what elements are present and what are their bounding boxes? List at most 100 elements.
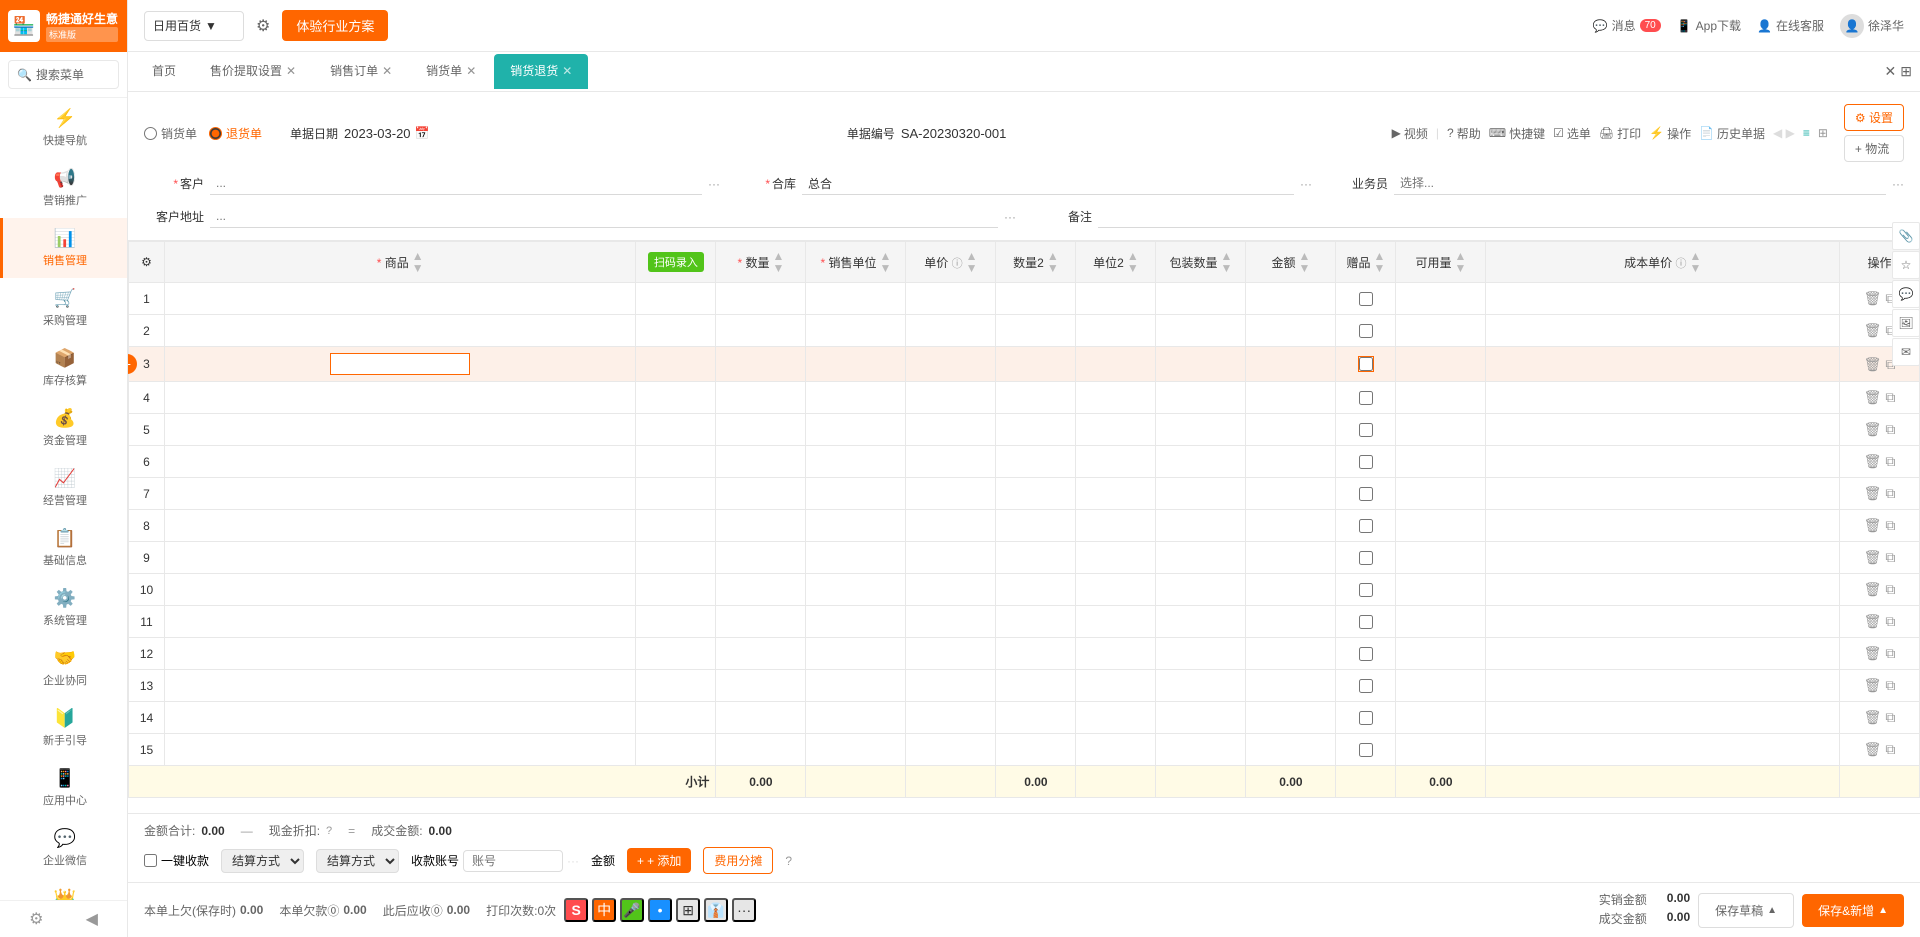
amount-cell-4[interactable] [1246,382,1336,414]
qty-cell-5[interactable] [716,414,806,446]
view-toggle-list[interactable]: ≡ [1803,126,1810,140]
sidebar-item-sales[interactable]: 📊 销售管理 [0,218,127,278]
goods-cell-15[interactable] [165,734,636,766]
avail-cell-6[interactable] [1396,446,1486,478]
gift-cell-14[interactable] [1336,702,1396,734]
gift-checkbox-3[interactable] [1359,357,1373,371]
sidebar-item-inventory[interactable]: 📦 库存核算 [0,338,127,398]
copy-btn-6[interactable]: ⧉ [1885,453,1895,470]
gift-cell-5[interactable] [1336,414,1396,446]
price-cell-3[interactable] [906,347,996,382]
amount-cell-9[interactable] [1246,542,1336,574]
add-row-btn[interactable]: + [128,354,137,374]
avail-cell-13[interactable] [1396,670,1486,702]
gift-checkbox-5[interactable] [1359,423,1373,437]
delete-btn-15[interactable]: 🗑 [1864,741,1882,758]
tab-sales-delivery[interactable]: 销货单 ✕ [410,54,492,89]
close-tab-btn[interactable]: ✕ [1885,63,1897,80]
amount-cell-15[interactable] [1246,734,1336,766]
select-bill-btn[interactable]: ☑ 选单 [1553,125,1591,142]
copy-btn-5[interactable]: ⧉ [1885,421,1895,438]
gift-cell-4[interactable] [1336,382,1396,414]
copy-btn-8[interactable]: ⧉ [1885,517,1895,534]
delete-btn-8[interactable]: 🗑 [1864,517,1882,534]
staff-more-icon[interactable]: ··· [1892,177,1904,191]
qty-cell-3[interactable] [716,347,806,382]
unit2-cell-11[interactable] [1076,606,1156,638]
unit2-cell-9[interactable] [1076,542,1156,574]
gift-checkbox-11[interactable] [1359,615,1373,629]
cost-cell-1[interactable] [1486,283,1840,315]
gift-cell-3[interactable] [1336,347,1396,382]
avail-cell-5[interactable] [1396,414,1486,446]
pkg-cell-1[interactable] [1156,283,1246,315]
sidebar-item-wechat[interactable]: 💬 企业微信 [0,818,127,878]
amount-cell-14[interactable] [1246,702,1336,734]
sort-price-icon[interactable]: ▲▼ [966,250,978,274]
unit-cell-12[interactable] [806,638,906,670]
customer-more-icon[interactable]: ··· [708,177,720,191]
unit2-cell-8[interactable] [1076,510,1156,542]
gift-cell-12[interactable] [1336,638,1396,670]
sidebar-item-app-center[interactable]: 📱 应用中心 [0,758,127,818]
cost-cell-10[interactable] [1486,574,1840,606]
view-toggle-grid[interactable]: ⊞ [1818,126,1828,140]
cost-cell-11[interactable] [1486,606,1840,638]
pkg-cell-7[interactable] [1156,478,1246,510]
message-btn[interactable]: 💬 消息 70 [1593,17,1661,34]
icon-person[interactable]: 👔 [704,898,728,922]
price-cell-12[interactable] [906,638,996,670]
qty2-cell-5[interactable] [996,414,1076,446]
goods-cell-6[interactable] [165,446,636,478]
icon-more[interactable]: ··· [732,898,756,922]
scan-btn[interactable]: 扫码录入 [648,252,704,272]
footer-help-icon[interactable]: ? [785,854,792,868]
sidebar-item-guide[interactable]: 🔰 新手引导 [0,698,127,758]
qty-cell-1[interactable] [716,283,806,315]
price-cell-15[interactable] [906,734,996,766]
pkg-cell-10[interactable] [1156,574,1246,606]
sort-qty2-icon[interactable]: ▲▼ [1047,250,1059,274]
right-panel-image[interactable]: 🖼 [1892,309,1920,337]
settlement-select[interactable]: 结算方式 [221,849,304,873]
sidebar-item-finance[interactable]: 💰 资金管理 [0,398,127,458]
tab-close-price[interactable]: ✕ [286,64,296,78]
qty-cell-10[interactable] [716,574,806,606]
right-panel-comment[interactable]: 💬 [1892,280,1920,308]
copy-btn-10[interactable]: ⧉ [1885,581,1895,598]
cost-cell-3[interactable] [1486,347,1840,382]
shortcut-btn[interactable]: ⌨ 快捷键 [1489,125,1545,142]
history-btn[interactable]: 📄 历史单据 [1699,125,1765,142]
amount-cell-8[interactable] [1246,510,1336,542]
goods-cell-5[interactable] [165,414,636,446]
sort-qty-icon[interactable]: ▲▼ [772,250,784,274]
delete-btn-5[interactable]: 🗑 [1864,421,1882,438]
cost-cell-14[interactable] [1486,702,1840,734]
gift-checkbox-15[interactable] [1359,743,1373,757]
sidebar-item-basic-info[interactable]: 📋 基础信息 [0,518,127,578]
goods-cell-4[interactable] [165,382,636,414]
address-more-icon[interactable]: ··· [1004,210,1016,224]
sidebar-item-member[interactable]: 👑 畅会员 [0,878,127,900]
qty2-cell-13[interactable] [996,670,1076,702]
radio-return[interactable]: 退货单 [209,125,262,142]
gift-checkbox-8[interactable] [1359,519,1373,533]
pkg-cell-15[interactable] [1156,734,1246,766]
copy-btn-9[interactable]: ⧉ [1885,549,1895,566]
radio-delivery[interactable]: 销货单 [144,125,197,142]
qty-cell-2[interactable] [716,315,806,347]
price-cell-5[interactable] [906,414,996,446]
sidebar-settings-btn[interactable]: ⚙ [29,909,43,929]
qty2-cell-15[interactable] [996,734,1076,766]
pkg-cell-13[interactable] [1156,670,1246,702]
qty-cell-4[interactable] [716,382,806,414]
sidebar-collapse-btn[interactable]: ◀ [86,909,98,929]
copy-btn-12[interactable]: ⧉ [1885,645,1895,662]
gift-checkbox-6[interactable] [1359,455,1373,469]
goods-cell-8[interactable] [165,510,636,542]
qty2-cell-14[interactable] [996,702,1076,734]
price-cell-13[interactable] [906,670,996,702]
icon-zh[interactable]: 中 [592,898,616,922]
gift-checkbox-1[interactable] [1359,292,1373,306]
qty-cell-9[interactable] [716,542,806,574]
